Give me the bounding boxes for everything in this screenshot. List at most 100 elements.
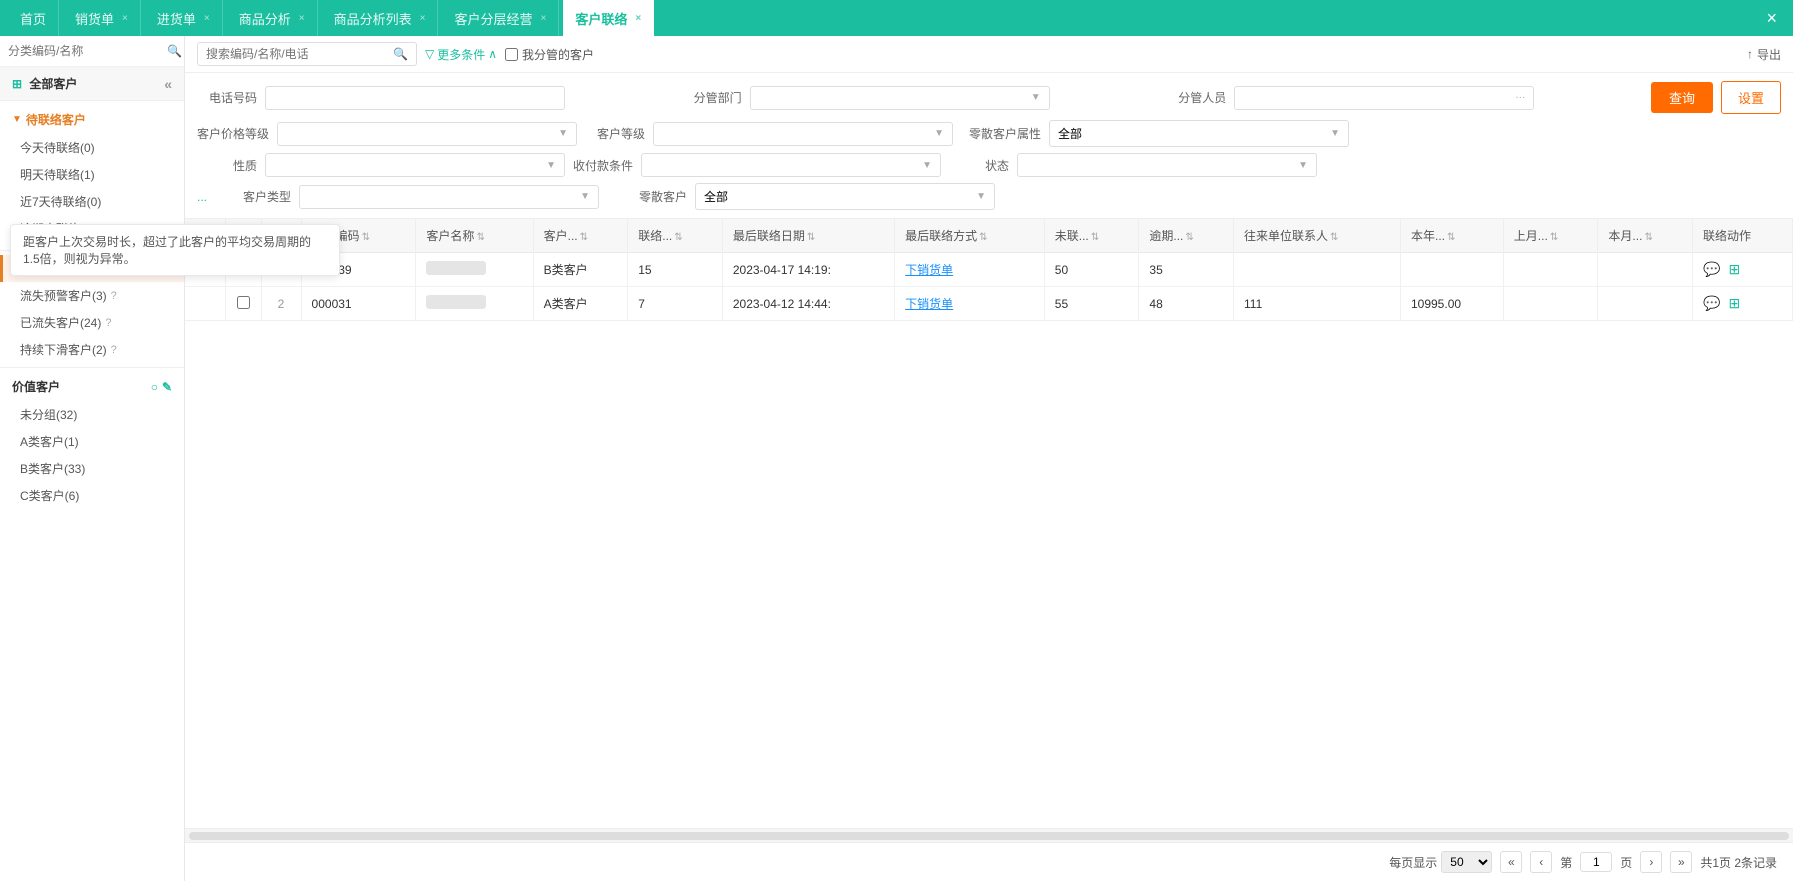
sidebar: 🔍 ⊞ 全部客户 « ▼ 待联络客户 今天待联络(0) 明天待联络(1) 近7天… bbox=[0, 36, 185, 881]
nav-tab-customer-segment-label: 客户分层经营 bbox=[454, 9, 532, 28]
th-type[interactable]: 客户...⇅ bbox=[533, 219, 628, 253]
td-last-method-1[interactable]: 下销货单 bbox=[895, 253, 1045, 287]
advanced-filter-panel: 电话号码 分管部门 ▼ 分管人员 ··· bbox=[185, 73, 1793, 219]
sidebar-collapse-button[interactable]: « bbox=[164, 76, 172, 92]
prev-page-button[interactable]: ‹ bbox=[1530, 851, 1552, 873]
sidebar-search-icon[interactable]: 🔍 bbox=[167, 44, 182, 58]
nav-tab-sales-close[interactable]: × bbox=[122, 13, 128, 24]
retail-attr-select[interactable]: 全部 ▼ bbox=[1049, 120, 1349, 147]
action-chat-icon-1[interactable]: 💬 bbox=[1703, 261, 1720, 278]
nav-tab-customer-contact-close[interactable]: × bbox=[635, 13, 641, 24]
horizontal-scrollbar[interactable] bbox=[189, 832, 1789, 840]
td-last-method-2[interactable]: 下销货单 bbox=[895, 287, 1045, 321]
nav-tab-analysis-list-label: 商品分析列表 bbox=[334, 9, 412, 28]
my-customers-checkbox-wrap[interactable]: 我分管的客户 bbox=[505, 46, 594, 63]
setting-button[interactable]: 设置 bbox=[1721, 81, 1781, 114]
person-input-field[interactable]: ··· bbox=[1234, 86, 1534, 110]
th-this-year[interactable]: 本年...⇅ bbox=[1400, 219, 1503, 253]
gender-label: 性质 bbox=[197, 157, 257, 174]
td-check-2[interactable] bbox=[225, 287, 261, 321]
nav-tab-sales[interactable]: 销货单 × bbox=[63, 0, 141, 36]
nav-tab-analysis[interactable]: 商品分析 × bbox=[227, 0, 318, 36]
next-page-button[interactable]: › bbox=[1640, 851, 1662, 873]
sidebar-item-b-class[interactable]: B类客户(33) bbox=[0, 455, 184, 482]
customer-type-select[interactable]: ▼ bbox=[299, 185, 599, 209]
sidebar-item-a-class[interactable]: A类客户(1) bbox=[0, 428, 184, 455]
nav-tab-customer-segment-close[interactable]: × bbox=[540, 13, 546, 24]
customer-level-input[interactable] bbox=[662, 127, 930, 141]
phone-input[interactable] bbox=[274, 91, 556, 105]
nav-tab-purchase-close[interactable]: × bbox=[204, 13, 210, 24]
td-last-month-2 bbox=[1503, 287, 1598, 321]
nav-tab-analysis-close[interactable]: × bbox=[299, 13, 305, 24]
nav-tab-purchase[interactable]: 进货单 × bbox=[145, 0, 223, 36]
status-input[interactable] bbox=[1026, 158, 1294, 172]
nav-tab-analysis-list[interactable]: 商品分析列表 × bbox=[322, 0, 439, 36]
th-unit-contact[interactable]: 往来单位联系人⇅ bbox=[1234, 219, 1401, 253]
extra-conditions[interactable]: ... bbox=[197, 190, 207, 204]
person-input[interactable] bbox=[1243, 91, 1511, 105]
gender-select[interactable]: ▼ bbox=[265, 153, 565, 177]
th-contact[interactable]: 联络...⇅ bbox=[628, 219, 723, 253]
th-last-date[interactable]: 最后联络日期⇅ bbox=[722, 219, 894, 253]
th-last-method[interactable]: 最后联络方式⇅ bbox=[895, 219, 1045, 253]
sort-contact-icon: ⇅ bbox=[674, 232, 682, 243]
retail-customer-select[interactable]: 全部 ▼ bbox=[695, 183, 995, 210]
td-contact-2: 7 bbox=[628, 287, 723, 321]
sidebar-item-today[interactable]: 今天待联络(0) bbox=[0, 134, 184, 161]
sidebar-item-declining[interactable]: 持续下滑客户(2) ? bbox=[0, 336, 184, 363]
sidebar-item-c-class[interactable]: C类客户(6) bbox=[0, 482, 184, 509]
payment-select[interactable]: ▼ bbox=[641, 153, 941, 177]
more-conditions-label: 更多条件 bbox=[437, 46, 485, 63]
sidebar-item-churned[interactable]: 已流失客户(24) ? bbox=[0, 309, 184, 336]
per-page-select[interactable]: 50 20 100 bbox=[1441, 851, 1492, 873]
table-row: 1 000039 B类客户 15 2023-04-17 14:19: 下销货单 … bbox=[185, 253, 1793, 287]
customer-level-select[interactable]: ▼ bbox=[653, 122, 953, 146]
sidebar-pending-group-title[interactable]: ▼ 待联络客户 bbox=[0, 105, 184, 134]
th-last-month[interactable]: 上月...⇅ bbox=[1503, 219, 1598, 253]
action-chat-icon-2[interactable]: 💬 bbox=[1703, 295, 1720, 312]
nav-tab-customer-segment[interactable]: 客户分层经营 × bbox=[442, 0, 559, 36]
row2-checkbox[interactable] bbox=[237, 296, 250, 309]
my-customers-checkbox[interactable] bbox=[505, 48, 518, 61]
last-page-button[interactable]: » bbox=[1670, 851, 1692, 873]
current-page-input[interactable] bbox=[1580, 852, 1612, 872]
dept-select[interactable]: ▼ bbox=[750, 86, 1050, 110]
sidebar-item-7days[interactable]: 近7天待联络(0) bbox=[0, 188, 184, 215]
th-overdue[interactable]: 逾期...⇅ bbox=[1139, 219, 1234, 253]
payment-input[interactable] bbox=[650, 158, 918, 172]
td-last-month-1 bbox=[1503, 253, 1598, 287]
th-this-month[interactable]: 本月...⇅ bbox=[1598, 219, 1693, 253]
sidebar-item-ungrouped[interactable]: 未分组(32) bbox=[0, 401, 184, 428]
search-input[interactable] bbox=[206, 47, 389, 61]
nav-tab-customer-contact[interactable]: 客户联络 × bbox=[563, 0, 654, 36]
status-select[interactable]: ▼ bbox=[1017, 153, 1317, 177]
export-button[interactable]: ↑ 导出 bbox=[1747, 46, 1781, 63]
nav-tab-analysis-list-close[interactable]: × bbox=[420, 13, 426, 24]
query-button[interactable]: 查询 bbox=[1651, 82, 1713, 113]
gender-input[interactable] bbox=[274, 158, 542, 172]
window-close-button[interactable]: × bbox=[1758, 8, 1785, 29]
th-name[interactable]: 客户名称⇅ bbox=[416, 219, 533, 253]
td-unread-2: 55 bbox=[1044, 287, 1139, 321]
more-conditions-button[interactable]: ▽ 更多条件 ∧ bbox=[425, 46, 497, 63]
sidebar-value-group-title[interactable]: 价值客户 ○ ✎ bbox=[0, 372, 184, 401]
action-grid-icon-1[interactable]: ⊞ bbox=[1728, 261, 1740, 278]
th-unread[interactable]: 未联...⇅ bbox=[1044, 219, 1139, 253]
filter-row-1: 电话号码 分管部门 ▼ 分管人员 ··· bbox=[197, 81, 1781, 114]
dept-input[interactable] bbox=[759, 91, 1027, 105]
action-grid-icon-2[interactable]: ⊞ bbox=[1728, 295, 1740, 312]
phone-input-field[interactable] bbox=[265, 86, 565, 110]
price-level-input[interactable] bbox=[286, 127, 554, 141]
sidebar-item-tomorrow[interactable]: 明天待联络(1) bbox=[0, 161, 184, 188]
sidebar-item-churn-warning[interactable]: 流失预警客户(3) ? bbox=[0, 282, 184, 309]
price-level-select[interactable]: ▼ bbox=[277, 122, 577, 146]
sidebar-search-input[interactable] bbox=[8, 44, 163, 58]
first-page-button[interactable]: « bbox=[1500, 851, 1522, 873]
sidebar-edit-icon[interactable]: ✎ bbox=[162, 380, 172, 394]
nav-tab-home[interactable]: 首页 bbox=[8, 0, 59, 36]
person-ellipsis-icon: ··· bbox=[1515, 92, 1525, 103]
customer-type-input[interactable] bbox=[308, 190, 576, 204]
sidebar-circle-icon[interactable]: ○ bbox=[151, 380, 158, 394]
search-icon[interactable]: 🔍 bbox=[393, 47, 408, 61]
